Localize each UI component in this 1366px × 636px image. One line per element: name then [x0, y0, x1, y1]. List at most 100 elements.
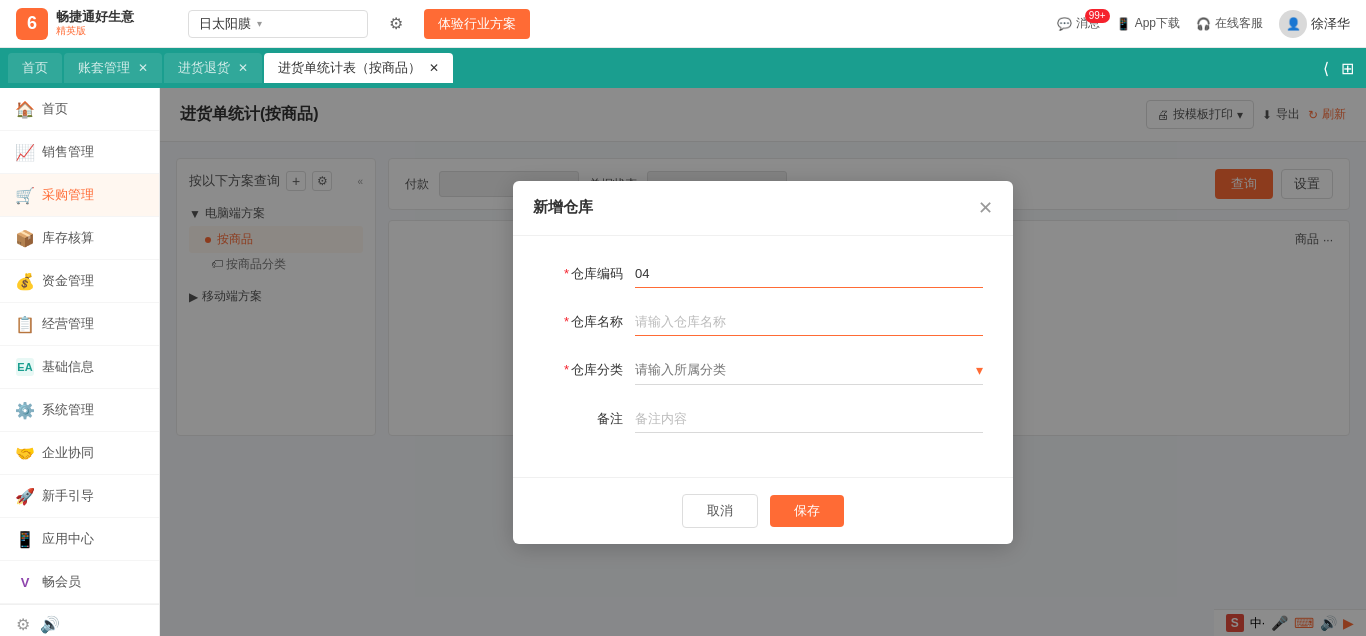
name-input[interactable] [635, 308, 983, 336]
category-select-wrap[interactable]: ▾ [635, 356, 983, 385]
sidebar-item-home[interactable]: 🏠 首页 [0, 88, 159, 131]
content-area: 进货单统计(按商品) 🖨 按模板打印 ▾ ⬇ 导出 ↻ 刷新 [160, 88, 1366, 636]
logo-area: 6 畅捷通好生意 精英版 [16, 8, 176, 40]
tab-purchase-return-label: 进货退货 [178, 59, 230, 77]
search-value: 日太阳膜 [199, 15, 251, 33]
sidebar-item-inventory[interactable]: 📦 库存核算 [0, 217, 159, 260]
collab-icon: 🤝 [16, 444, 34, 462]
logo-title: 畅捷通好生意 [56, 9, 134, 25]
app-label: App下载 [1135, 15, 1180, 32]
remark-label: 备注 [543, 410, 623, 428]
modal-body: *仓库编码 *仓库名称 *仓库分类 [513, 236, 1013, 477]
user-name: 徐泽华 [1311, 15, 1350, 33]
sidebar-label-purchase: 采购管理 [42, 186, 94, 204]
sidebar-label-operations: 经营管理 [42, 315, 94, 333]
headset-icon: 🎧 [1196, 17, 1211, 31]
tab-purchase-stats[interactable]: 进货单统计表（按商品） ✕ [264, 53, 453, 83]
exp-btn[interactable]: 体验行业方案 [424, 9, 530, 39]
sidebar-item-operations[interactable]: 📋 经营管理 [0, 303, 159, 346]
modal-header: 新增仓库 ✕ [513, 181, 1013, 236]
sidebar-label-base-info: 基础信息 [42, 358, 94, 376]
form-row-category: *仓库分类 ▾ [543, 356, 983, 385]
tab-prev-btn[interactable]: ⟨ [1319, 57, 1333, 80]
modal-new-warehouse: 新增仓库 ✕ *仓库编码 *仓库名称 [513, 181, 1013, 544]
main-layout: 🏠 首页 📈 销售管理 🛒 采购管理 📦 库存核算 💰 资金管理 📋 经营管理 … [0, 88, 1366, 636]
purchase-icon: 🛒 [16, 186, 34, 204]
sidebar-settings-icon[interactable]: ⚙ [16, 615, 30, 634]
tab-home-label: 首页 [22, 59, 48, 77]
user-menu[interactable]: 👤 徐泽华 [1279, 10, 1350, 38]
tab-purchase-stats-label: 进货单统计表（按商品） [278, 59, 421, 77]
form-row-name: *仓库名称 [543, 308, 983, 336]
category-arrow-icon: ▾ [976, 362, 983, 378]
sidebar-label-inventory: 库存核算 [42, 229, 94, 247]
sidebar-label-collab: 企业协同 [42, 444, 94, 462]
category-input[interactable] [635, 362, 976, 377]
header-right: 💬 消息 99+ 📱 App下载 🎧 在线客服 👤 徐泽华 [1057, 10, 1350, 38]
service-label: 在线客服 [1215, 15, 1263, 32]
avatar: 👤 [1279, 10, 1307, 38]
sidebar-item-base-info[interactable]: EA 基础信息 [0, 346, 159, 389]
member-icon: V [16, 573, 34, 591]
modal-footer: 取消 保存 [513, 477, 1013, 544]
service-btn[interactable]: 🎧 在线客服 [1196, 15, 1263, 32]
inventory-icon: 📦 [16, 229, 34, 247]
base-info-icon: EA [16, 358, 34, 376]
modal-overlay: 新增仓库 ✕ *仓库编码 *仓库名称 [160, 88, 1366, 636]
sidebar-item-collab[interactable]: 🤝 企业协同 [0, 432, 159, 475]
sidebar-label-member: 畅会员 [42, 573, 81, 591]
tab-bar-controls: ⟨ ⊞ [1319, 57, 1358, 80]
sidebar-label-guide: 新手引导 [42, 487, 94, 505]
tab-purchase-return-close-icon[interactable]: ✕ [238, 61, 248, 75]
app-download-btn[interactable]: 📱 App下载 [1116, 15, 1180, 32]
logo-icon: 6 [16, 8, 48, 40]
sidebar-label-system: 系统管理 [42, 401, 94, 419]
code-input[interactable] [635, 260, 983, 288]
tab-account-close-icon[interactable]: ✕ [138, 61, 148, 75]
operations-icon: 📋 [16, 315, 34, 333]
sidebar-item-system[interactable]: ⚙️ 系统管理 [0, 389, 159, 432]
modal-close-btn[interactable]: ✕ [978, 197, 993, 219]
message-icon: 💬 [1057, 17, 1072, 31]
sales-icon: 📈 [16, 143, 34, 161]
name-label: *仓库名称 [543, 313, 623, 331]
category-label: *仓库分类 [543, 361, 623, 379]
message-count-badge: 99+ [1085, 9, 1110, 23]
sidebar-item-apps[interactable]: 📱 应用中心 [0, 518, 159, 561]
message-btn[interactable]: 💬 消息 99+ [1057, 15, 1100, 32]
modal-title: 新增仓库 [533, 198, 593, 217]
sidebar-label-apps: 应用中心 [42, 530, 94, 548]
guide-icon: 🚀 [16, 487, 34, 505]
sidebar-bottom: ⚙ 🔊 [0, 604, 159, 636]
sidebar-item-sales[interactable]: 📈 销售管理 [0, 131, 159, 174]
tab-next-btn[interactable]: ⊞ [1337, 57, 1358, 80]
tab-account-label: 账套管理 [78, 59, 130, 77]
form-row-remark: 备注 [543, 405, 983, 433]
sidebar-label-finance: 资金管理 [42, 272, 94, 290]
cancel-btn[interactable]: 取消 [682, 494, 758, 528]
code-label: *仓库编码 [543, 265, 623, 283]
tab-home[interactable]: 首页 [8, 53, 62, 83]
tab-bar: 首页 账套管理 ✕ 进货退货 ✕ 进货单统计表（按商品） ✕ ⟨ ⊞ [0, 48, 1366, 88]
sidebar-item-member[interactable]: V 畅会员 [0, 561, 159, 604]
tab-account[interactable]: 账套管理 ✕ [64, 53, 162, 83]
remark-input[interactable] [635, 405, 983, 433]
finance-icon: 💰 [16, 272, 34, 290]
logo-text: 畅捷通好生意 精英版 [56, 9, 134, 39]
system-icon: ⚙️ [16, 401, 34, 419]
save-btn[interactable]: 保存 [770, 495, 844, 527]
sidebar: 🏠 首页 📈 销售管理 🛒 采购管理 📦 库存核算 💰 资金管理 📋 经营管理 … [0, 88, 160, 636]
tab-purchase-return[interactable]: 进货退货 ✕ [164, 53, 262, 83]
app-icon: 📱 [1116, 17, 1131, 31]
search-dropdown[interactable]: 日太阳膜 ▾ [188, 10, 368, 38]
logo-icon-text: 6 [27, 13, 37, 34]
tab-purchase-stats-close-icon[interactable]: ✕ [429, 61, 439, 75]
top-header: 6 畅捷通好生意 精英版 日太阳膜 ▾ ⚙ 体验行业方案 💬 消息 99+ 📱 … [0, 0, 1366, 48]
sidebar-item-guide[interactable]: 🚀 新手引导 [0, 475, 159, 518]
sidebar-label-home: 首页 [42, 100, 68, 118]
settings-icon[interactable]: ⚙ [380, 8, 412, 40]
sidebar-item-finance[interactable]: 💰 资金管理 [0, 260, 159, 303]
sidebar-label-sales: 销售管理 [42, 143, 94, 161]
sidebar-volume-icon[interactable]: 🔊 [40, 615, 60, 634]
sidebar-item-purchase[interactable]: 🛒 采购管理 [0, 174, 159, 217]
